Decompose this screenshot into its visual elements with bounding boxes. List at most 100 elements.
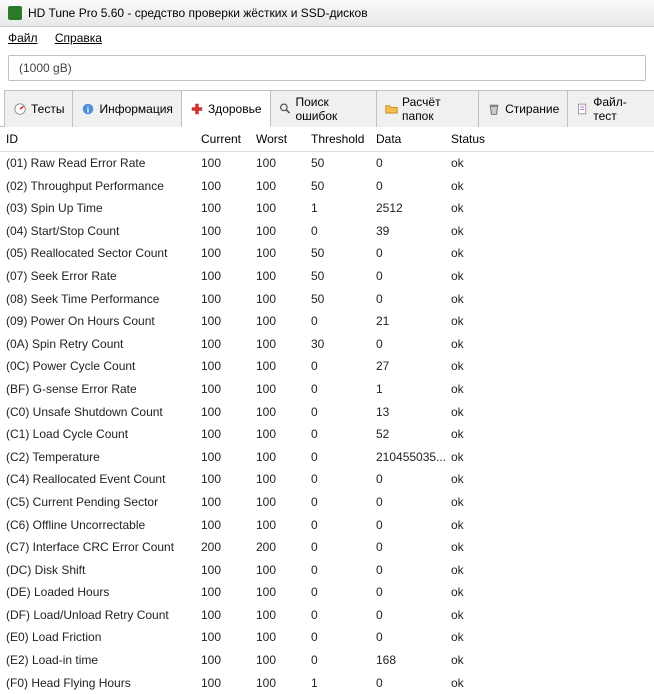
cell-status: ok <box>451 448 506 467</box>
table-row[interactable]: (DF) Load/Unload Retry Count10010000ok <box>0 604 654 627</box>
cell-status: ok <box>451 290 506 309</box>
trash-icon <box>487 102 501 116</box>
cell-id: (03) Spin Up Time <box>6 199 201 218</box>
cell-data: 0 <box>376 290 451 309</box>
cell-current: 200 <box>201 538 256 557</box>
tab-health[interactable]: Здоровье <box>181 90 271 127</box>
window-title: HD Tune Pro 5.60 - средство проверки жёс… <box>28 6 368 20</box>
table-row[interactable]: (07) Seek Error Rate100100500ok <box>0 265 654 288</box>
table-row[interactable]: (E0) Load Friction10010000ok <box>0 626 654 649</box>
table-header: ID Current Worst Threshold Data Status <box>0 127 654 152</box>
cell-threshold: 0 <box>311 516 376 535</box>
disk-selector[interactable]: (1000 gB) <box>8 55 646 81</box>
cell-worst: 100 <box>256 674 311 693</box>
menu-help[interactable]: Справка <box>55 31 102 45</box>
col-current[interactable]: Current <box>201 132 256 146</box>
cell-worst: 100 <box>256 335 311 354</box>
cell-id: (E2) Load-in time <box>6 651 201 670</box>
table-row[interactable]: (C0) Unsafe Shutdown Count100100013ok <box>0 401 654 424</box>
cell-worst: 100 <box>256 154 311 173</box>
cell-id: (0A) Spin Retry Count <box>6 335 201 354</box>
cell-current: 100 <box>201 628 256 647</box>
cell-worst: 100 <box>256 628 311 647</box>
cell-current: 100 <box>201 561 256 580</box>
table-row[interactable]: (DE) Loaded Hours10010000ok <box>0 581 654 604</box>
cell-threshold: 0 <box>311 380 376 399</box>
cell-current: 100 <box>201 403 256 422</box>
col-worst[interactable]: Worst <box>256 132 311 146</box>
cell-status: ok <box>451 154 506 173</box>
tab-folders[interactable]: Расчёт папок <box>376 90 479 127</box>
cell-worst: 100 <box>256 561 311 580</box>
cell-id: (C7) Interface CRC Error Count <box>6 538 201 557</box>
cell-status: ok <box>451 583 506 602</box>
col-status[interactable]: Status <box>451 132 506 146</box>
cell-current: 100 <box>201 651 256 670</box>
table-row[interactable]: (C5) Current Pending Sector10010000ok <box>0 491 654 514</box>
cell-worst: 100 <box>256 425 311 444</box>
cell-threshold: 0 <box>311 493 376 512</box>
cell-current: 100 <box>201 267 256 286</box>
table-row[interactable]: (F0) Head Flying Hours10010010ok <box>0 672 654 694</box>
cell-worst: 100 <box>256 244 311 263</box>
cell-worst: 100 <box>256 222 311 241</box>
cell-current: 100 <box>201 154 256 173</box>
table-row[interactable]: (C4) Reallocated Event Count10010000ok <box>0 468 654 491</box>
tab-tests[interactable]: Тесты <box>4 90 73 127</box>
cell-id: (DF) Load/Unload Retry Count <box>6 606 201 625</box>
tab-filetest[interactable]: Файл-тест <box>567 90 654 127</box>
tab-info[interactable]: i Информация <box>72 90 181 127</box>
cell-data: 0 <box>376 244 451 263</box>
table-row[interactable]: (09) Power On Hours Count100100021ok <box>0 310 654 333</box>
cell-data: 52 <box>376 425 451 444</box>
cell-current: 100 <box>201 177 256 196</box>
col-data[interactable]: Data <box>376 132 451 146</box>
cell-current: 100 <box>201 448 256 467</box>
table-row[interactable]: (C6) Offline Uncorrectable10010000ok <box>0 514 654 537</box>
table-body: (01) Raw Read Error Rate100100500ok(02) … <box>0 152 654 694</box>
cell-current: 100 <box>201 493 256 512</box>
cell-id: (01) Raw Read Error Rate <box>6 154 201 173</box>
cell-current: 100 <box>201 312 256 331</box>
table-row[interactable]: (C2) Temperature1001000210455035...ok <box>0 446 654 469</box>
cell-worst: 100 <box>256 606 311 625</box>
table-row[interactable]: (DC) Disk Shift10010000ok <box>0 559 654 582</box>
table-row[interactable]: (01) Raw Read Error Rate100100500ok <box>0 152 654 175</box>
cell-id: (BF) G-sense Error Rate <box>6 380 201 399</box>
col-id[interactable]: ID <box>6 132 201 146</box>
cell-threshold: 0 <box>311 312 376 331</box>
table-row[interactable]: (04) Start/Stop Count100100039ok <box>0 220 654 243</box>
gauge-icon <box>13 102 27 116</box>
cell-status: ok <box>451 335 506 354</box>
cell-threshold: 1 <box>311 674 376 693</box>
cell-threshold: 0 <box>311 583 376 602</box>
table-row[interactable]: (05) Reallocated Sector Count100100500ok <box>0 242 654 265</box>
cell-threshold: 0 <box>311 222 376 241</box>
cell-status: ok <box>451 199 506 218</box>
cell-status: ok <box>451 177 506 196</box>
cell-status: ok <box>451 380 506 399</box>
table-row[interactable]: (E2) Load-in time1001000168ok <box>0 649 654 672</box>
menu-file[interactable]: Файл <box>8 31 38 45</box>
cell-threshold: 50 <box>311 177 376 196</box>
table-row[interactable]: (08) Seek Time Performance100100500ok <box>0 288 654 311</box>
file-icon <box>576 102 589 116</box>
table-row[interactable]: (03) Spin Up Time10010012512ok <box>0 197 654 220</box>
tab-erase[interactable]: Стирание <box>478 90 568 127</box>
table-row[interactable]: (BF) G-sense Error Rate10010001ok <box>0 378 654 401</box>
tab-errorscan[interactable]: Поиск ошибок <box>270 90 378 127</box>
cell-data: 1 <box>376 380 451 399</box>
cell-id: (0C) Power Cycle Count <box>6 357 201 376</box>
table-row[interactable]: (0A) Spin Retry Count100100300ok <box>0 333 654 356</box>
table-row[interactable]: (02) Throughput Performance100100500ok <box>0 175 654 198</box>
cell-threshold: 0 <box>311 651 376 670</box>
cell-status: ok <box>451 222 506 241</box>
cell-id: (07) Seek Error Rate <box>6 267 201 286</box>
table-row[interactable]: (C7) Interface CRC Error Count20020000ok <box>0 536 654 559</box>
cell-status: ok <box>451 628 506 647</box>
cell-data: 27 <box>376 357 451 376</box>
cell-current: 100 <box>201 290 256 309</box>
table-row[interactable]: (0C) Power Cycle Count100100027ok <box>0 355 654 378</box>
table-row[interactable]: (C1) Load Cycle Count100100052ok <box>0 423 654 446</box>
col-threshold[interactable]: Threshold <box>311 132 376 146</box>
